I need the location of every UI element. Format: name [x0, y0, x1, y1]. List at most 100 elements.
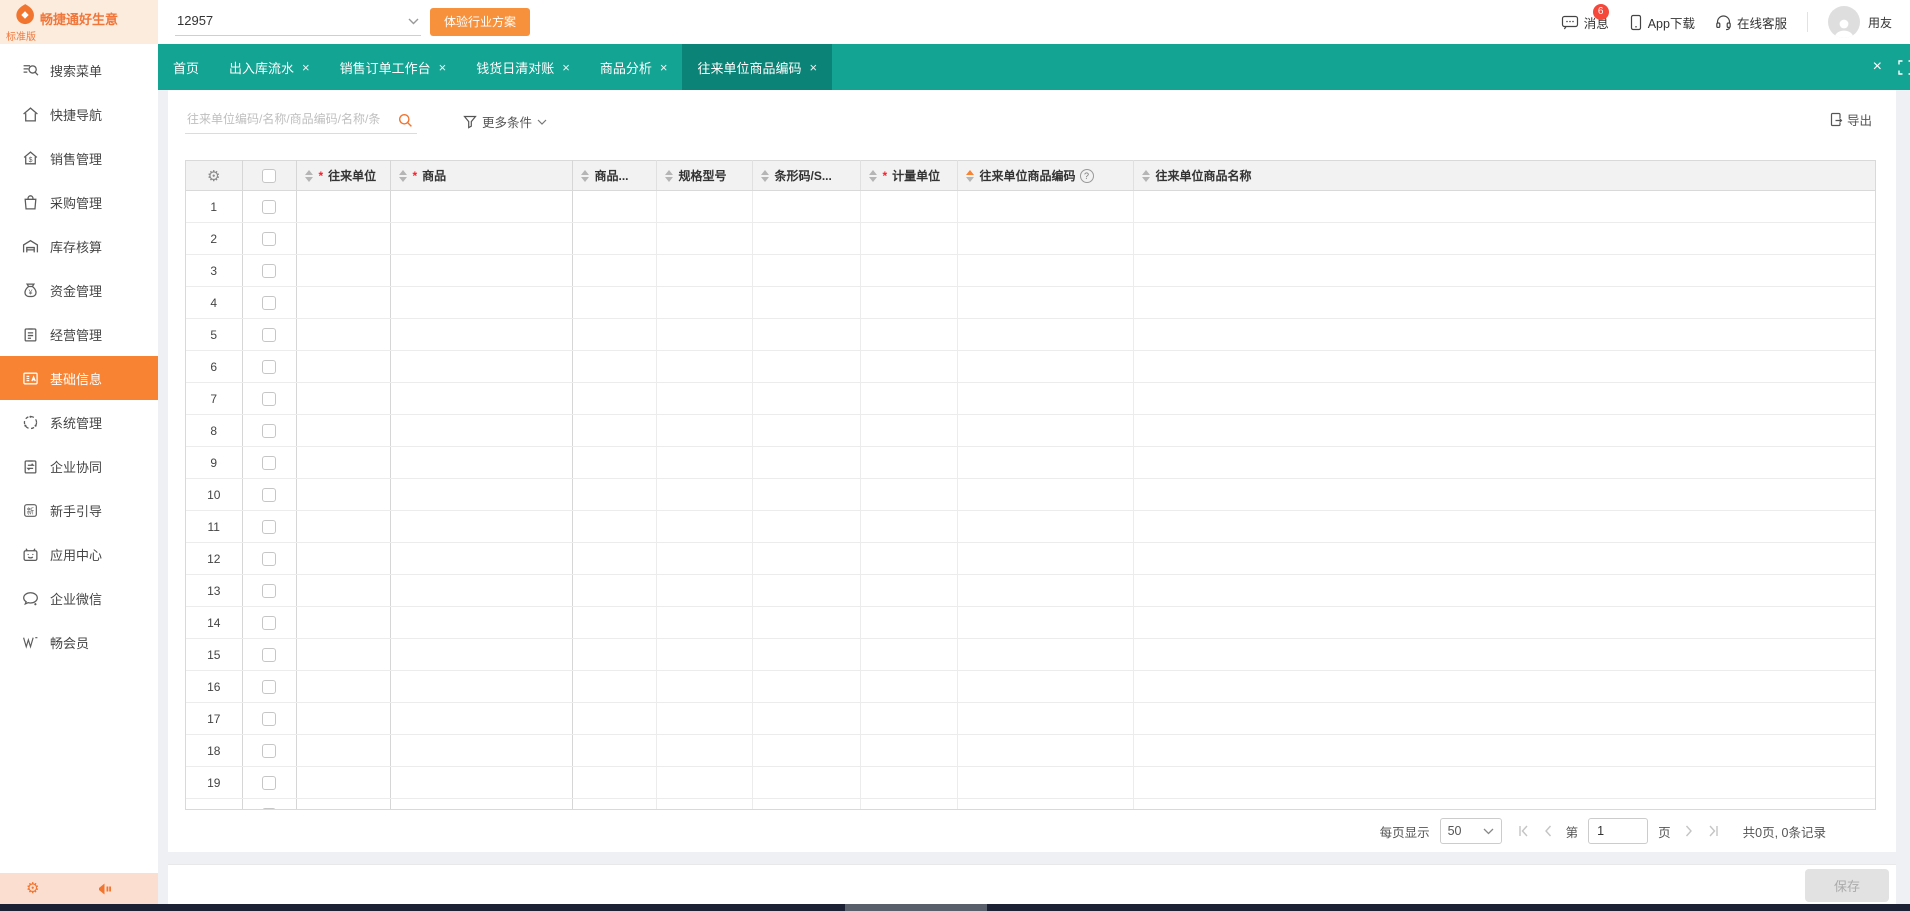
- cell-spec[interactable]: [656, 574, 753, 607]
- cell-partner-product-name[interactable]: [1133, 734, 1875, 767]
- row-select-cell[interactable]: [242, 254, 297, 287]
- row-select-cell[interactable]: [242, 350, 297, 383]
- cell-uom[interactable]: [860, 574, 958, 607]
- first-page-icon[interactable]: [1516, 825, 1529, 837]
- column-header-spec[interactable]: 规格型号: [656, 160, 753, 191]
- cell-barcode[interactable]: [752, 638, 861, 671]
- sidebar-item-search-menu[interactable]: 搜索菜单: [0, 48, 158, 92]
- cell-partner-product-name[interactable]: [1133, 766, 1875, 799]
- sidebar-item-guide[interactable]: 新 新手引导: [0, 488, 158, 532]
- tab-close-icon[interactable]: ×: [439, 61, 447, 74]
- row-checkbox[interactable]: [262, 583, 276, 598]
- cell-partner[interactable]: [296, 510, 391, 543]
- cell-partner[interactable]: [296, 286, 391, 319]
- cell-spec[interactable]: [656, 478, 753, 511]
- sort-icon[interactable]: [1141, 169, 1150, 182]
- cell-product[interactable]: [390, 542, 573, 575]
- help-icon[interactable]: ?: [1079, 168, 1094, 183]
- table-row[interactable]: 10: [186, 478, 1875, 511]
- row-select-cell[interactable]: [242, 382, 297, 415]
- cell-partner-product-name[interactable]: [1133, 414, 1875, 447]
- cell-partner-product-code[interactable]: [957, 766, 1134, 799]
- row-checkbox[interactable]: [262, 615, 276, 630]
- close-all-tabs-icon[interactable]: ×: [1873, 58, 1882, 76]
- cell-product[interactable]: [390, 222, 573, 255]
- cell-barcode[interactable]: [752, 478, 861, 511]
- cell-partner-product-name[interactable]: [1133, 222, 1875, 255]
- row-checkbox[interactable]: [262, 743, 276, 758]
- row-select-cell[interactable]: [242, 190, 297, 223]
- cell-partner-product-code[interactable]: [957, 638, 1134, 671]
- row-checkbox[interactable]: [262, 711, 276, 726]
- cell-uom[interactable]: [860, 702, 958, 735]
- online-service-button[interactable]: 在线客服: [1715, 13, 1787, 32]
- cell-partner-product-code[interactable]: [957, 670, 1134, 703]
- cell-partner[interactable]: [296, 606, 391, 639]
- row-select-cell[interactable]: [242, 318, 297, 351]
- more-filters-button[interactable]: 更多条件: [463, 112, 547, 131]
- cell-uom[interactable]: [860, 638, 958, 671]
- table-row[interactable]: 5: [186, 318, 1875, 351]
- cell-uom[interactable]: [860, 670, 958, 703]
- cell-product-code[interactable]: [572, 574, 657, 607]
- column-select-all[interactable]: [242, 160, 297, 191]
- table-row[interactable]: 14: [186, 606, 1875, 639]
- cell-uom[interactable]: [860, 542, 958, 575]
- table-row[interactable]: 16: [186, 670, 1875, 703]
- cell-partner[interactable]: [296, 574, 391, 607]
- cell-partner-product-name[interactable]: [1133, 670, 1875, 703]
- cell-partner-product-code[interactable]: [957, 702, 1134, 735]
- cell-partner[interactable]: [296, 670, 391, 703]
- cell-uom[interactable]: [860, 606, 958, 639]
- settings-gear-icon[interactable]: ⚙: [26, 881, 39, 896]
- cell-product[interactable]: [390, 254, 573, 287]
- cell-uom[interactable]: [860, 510, 958, 543]
- row-checkbox[interactable]: [262, 647, 276, 662]
- cell-partner-product-name[interactable]: [1133, 574, 1875, 607]
- cell-spec[interactable]: [656, 222, 753, 255]
- gear-icon[interactable]: ⚙: [194, 167, 234, 185]
- cell-partner-product-code[interactable]: [957, 190, 1134, 223]
- cell-barcode[interactable]: [752, 318, 861, 351]
- app-download-button[interactable]: App下载: [1629, 13, 1695, 32]
- cell-partner-product-name[interactable]: [1133, 542, 1875, 575]
- cell-product-code[interactable]: [572, 478, 657, 511]
- cell-product[interactable]: [390, 702, 573, 735]
- cell-barcode[interactable]: [752, 222, 861, 255]
- column-header-barcode[interactable]: 条形码/S...: [752, 160, 861, 191]
- cell-spec[interactable]: [656, 382, 753, 415]
- sidebar-item-inventory[interactable]: 库存核算: [0, 224, 158, 268]
- cell-product-code[interactable]: [572, 286, 657, 319]
- row-checkbox[interactable]: [262, 391, 276, 406]
- cell-barcode[interactable]: [752, 606, 861, 639]
- table-row[interactable]: 7: [186, 382, 1875, 415]
- cell-partner-product-code[interactable]: [957, 414, 1134, 447]
- tab-close-icon[interactable]: ×: [562, 61, 570, 74]
- row-select-cell[interactable]: [242, 222, 297, 255]
- cell-product-code[interactable]: [572, 638, 657, 671]
- cell-partner-product-code[interactable]: [957, 798, 1134, 809]
- search-icon[interactable]: [398, 113, 413, 128]
- cell-barcode[interactable]: [752, 670, 861, 703]
- cell-barcode[interactable]: [752, 542, 861, 575]
- cell-uom[interactable]: [860, 190, 958, 223]
- tab-product-analysis[interactable]: 商品分析 ×: [585, 44, 683, 90]
- sort-icon[interactable]: [760, 169, 769, 182]
- cell-product[interactable]: [390, 350, 573, 383]
- cell-partner[interactable]: [296, 254, 391, 287]
- cell-spec[interactable]: [656, 734, 753, 767]
- cell-product[interactable]: [390, 574, 573, 607]
- cell-product-code[interactable]: [572, 606, 657, 639]
- cell-partner-product-code[interactable]: [957, 510, 1134, 543]
- prev-page-icon[interactable]: [1543, 825, 1552, 837]
- cell-partner[interactable]: [296, 734, 391, 767]
- cell-partner-product-name[interactable]: [1133, 798, 1875, 809]
- bottom-scrollbar-thumb[interactable]: [845, 904, 987, 911]
- cell-partner-product-name[interactable]: [1133, 350, 1875, 383]
- cell-spec[interactable]: [656, 414, 753, 447]
- cell-partner-product-code[interactable]: [957, 606, 1134, 639]
- cell-barcode[interactable]: [752, 510, 861, 543]
- sort-icon[interactable]: [398, 169, 407, 182]
- save-button[interactable]: 保存: [1805, 869, 1889, 902]
- cell-partner-product-code[interactable]: [957, 446, 1134, 479]
